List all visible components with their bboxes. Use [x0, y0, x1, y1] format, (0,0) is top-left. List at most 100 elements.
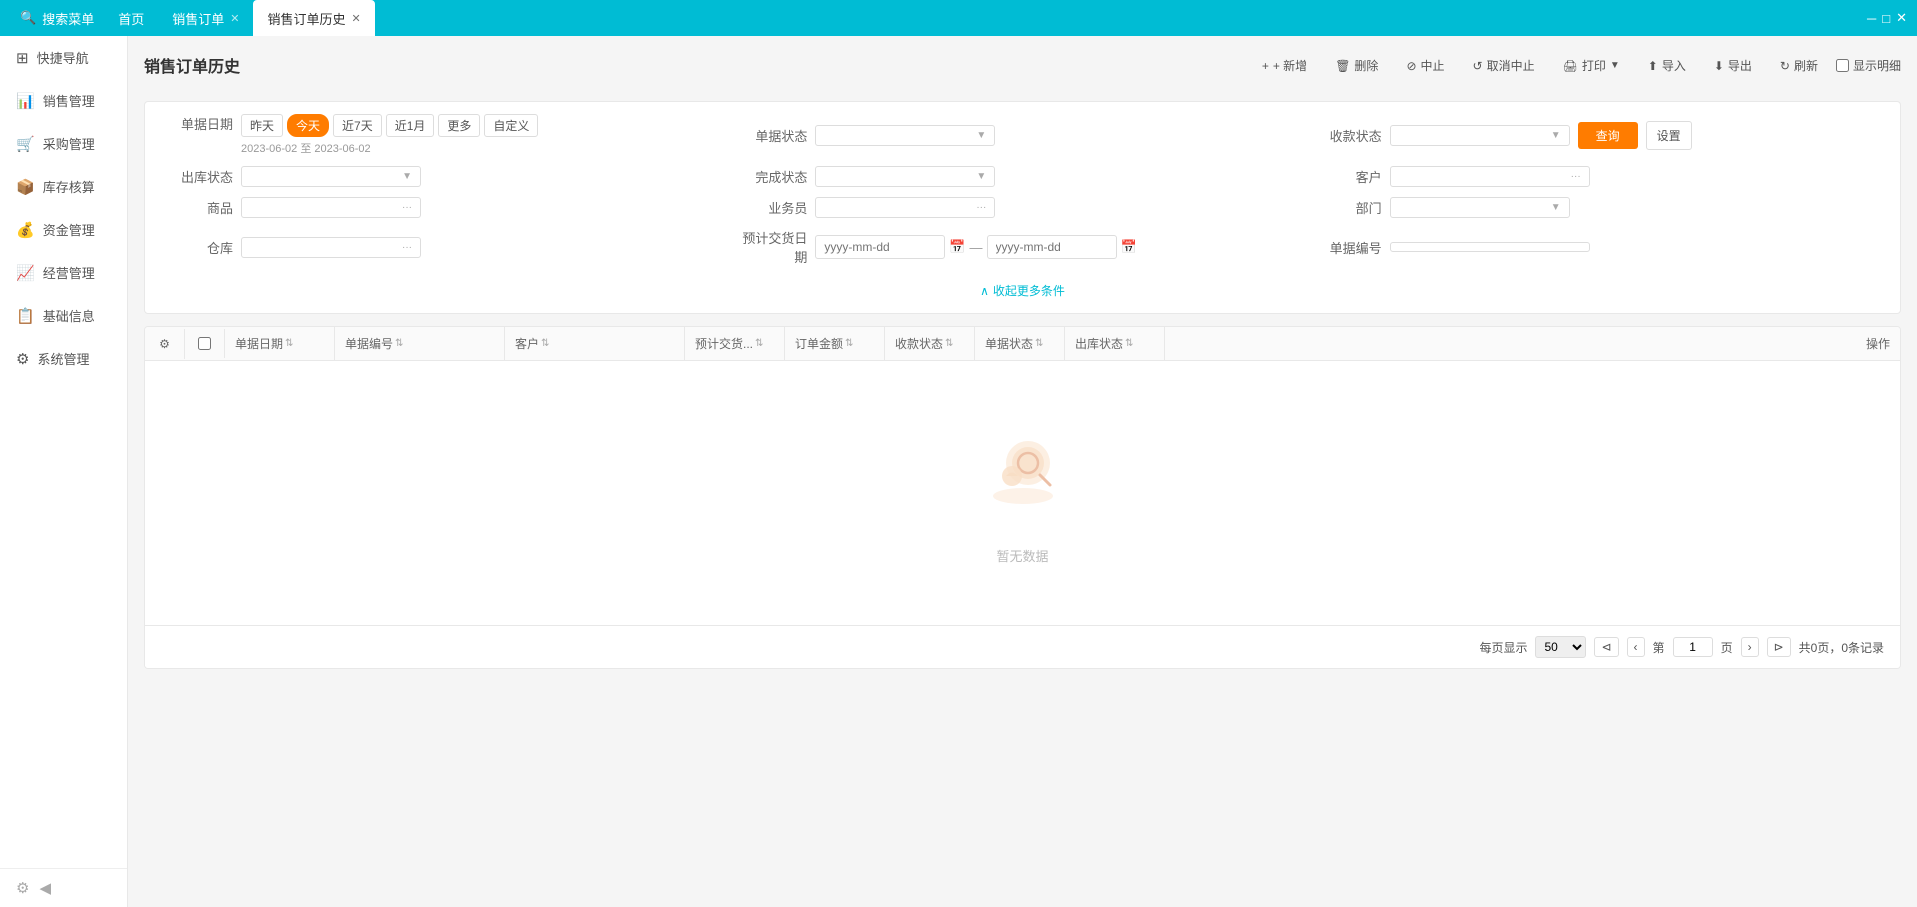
date-btn-custom[interactable]: 自定义: [484, 114, 538, 137]
date-btn-yesterday[interactable]: 昨天: [241, 114, 283, 137]
th-bill-status[interactable]: 单据状态 ⇅: [975, 327, 1065, 360]
per-page-select[interactable]: 50 20 100: [1535, 636, 1586, 658]
new-button[interactable]: + + 新增: [1252, 52, 1317, 79]
maximize-button[interactable]: □: [1882, 11, 1890, 26]
sidebar-settings-icon[interactable]: ⚙: [16, 879, 29, 897]
th-customer[interactable]: 客户 ⇅: [505, 327, 685, 360]
goods-select[interactable]: ···: [241, 197, 421, 218]
import-button[interactable]: ⬆ 导入: [1638, 52, 1696, 79]
goods-dots-icon: ···: [402, 202, 412, 213]
calendar-end-icon[interactable]: 📅: [1121, 239, 1137, 255]
calendar-start-icon[interactable]: 📅: [949, 239, 965, 255]
cancel-stop-button[interactable]: ↺ 取消中止: [1463, 52, 1545, 79]
sidebar-item-quick-nav[interactable]: ⊞ 快捷导航: [0, 36, 127, 79]
main-layout: ⊞ 快捷导航 📊 销售管理 🛒 采购管理 📦 库存核算 💰 资金管理 📈 经营管…: [0, 36, 1917, 907]
window-controls: ─ □ ✕: [1867, 10, 1907, 26]
sidebar-item-inventory[interactable]: 📦 库存核算: [0, 165, 127, 208]
tab-home-label: 首页: [118, 9, 144, 28]
empty-state-icon: [978, 421, 1068, 530]
last-page-button[interactable]: ⊳: [1767, 637, 1791, 657]
next-page-button[interactable]: ›: [1741, 637, 1759, 657]
empty-text: 暂无数据: [996, 546, 1048, 565]
th-outbound-status[interactable]: 出库状态 ⇅: [1065, 327, 1165, 360]
delivery-date-end-input[interactable]: [987, 235, 1117, 259]
complete-status-select[interactable]: ▼: [815, 166, 995, 187]
basic-info-icon: 📋: [16, 307, 35, 325]
page-number-input[interactable]: [1673, 637, 1713, 657]
tab-sales-history[interactable]: 销售订单历史 ✕: [253, 0, 374, 36]
tab-sales-order[interactable]: 销售订单 ✕: [158, 0, 253, 36]
close-button[interactable]: ✕: [1896, 10, 1907, 26]
department-arrow-icon: ▼: [1551, 202, 1561, 213]
th-customer-sort-icon: ⇅: [541, 338, 549, 349]
th-settings[interactable]: ⚙: [145, 329, 185, 359]
search-button[interactable]: 查询: [1578, 122, 1638, 149]
system-icon: ⚙: [16, 350, 29, 368]
bill-status-select[interactable]: ▼: [815, 125, 995, 146]
tab-home[interactable]: 首页: [104, 0, 158, 36]
delete-button[interactable]: 🗑 删除: [1325, 52, 1388, 79]
outbound-status-select[interactable]: ▼: [241, 166, 421, 187]
toolbar: + + 新增 🗑 删除 ⊘ 中止 ↺ 取消中止 🖨 打印: [1252, 52, 1901, 79]
export-label: 导出: [1728, 57, 1752, 74]
delivery-date-start-input[interactable]: [815, 235, 945, 259]
date-btn-1month[interactable]: 近1月: [386, 114, 435, 137]
settings-button[interactable]: 设置: [1646, 121, 1692, 150]
th-amount-sort-icon: ⇅: [845, 338, 853, 349]
refresh-button[interactable]: ↻ 刷新: [1770, 52, 1828, 79]
th-delivery[interactable]: 预计交货... ⇅: [685, 327, 785, 360]
tab-sales-history-close[interactable]: ✕: [351, 12, 360, 25]
top-bar: 🔍 搜索菜单 首页 销售订单 ✕ 销售订单历史 ✕ ─ □ ✕: [0, 0, 1917, 36]
sidebar-item-operations[interactable]: 📈 经营管理: [0, 251, 127, 294]
sidebar-collapse-icon[interactable]: ◀: [39, 879, 51, 897]
th-bill-number[interactable]: 单据编号 ⇅: [335, 327, 505, 360]
customer-select[interactable]: ···: [1390, 166, 1590, 187]
delete-icon: 🗑: [1335, 59, 1350, 73]
th-receipt-status[interactable]: 收款状态 ⇅: [885, 327, 975, 360]
tab-sales-order-close[interactable]: ✕: [230, 12, 239, 25]
page-label: 第: [1653, 639, 1665, 656]
new-label: + 新增: [1273, 57, 1307, 74]
warehouse-label: 仓库: [161, 238, 241, 257]
department-select[interactable]: ▼: [1390, 197, 1570, 218]
th-checkbox[interactable]: [185, 329, 225, 358]
delete-label: 删除: [1354, 57, 1378, 74]
sidebar-label-purchase: 采购管理: [43, 134, 95, 153]
salesperson-select[interactable]: ···: [815, 197, 995, 218]
bill-number-input[interactable]: [1390, 242, 1590, 252]
export-button[interactable]: ⬇ 导出: [1704, 52, 1762, 79]
salesperson-dots-icon: ···: [976, 202, 986, 213]
sidebar-item-system[interactable]: ⚙ 系统管理: [0, 337, 127, 380]
th-amount[interactable]: 订单金额 ⇅: [785, 327, 885, 360]
th-bill-status-label: 单据状态: [985, 335, 1033, 352]
date-btn-today[interactable]: 今天: [287, 114, 329, 137]
minimize-button[interactable]: ─: [1867, 11, 1876, 26]
page-title: 销售订单历史: [144, 53, 240, 77]
th-date[interactable]: 单据日期 ⇅: [225, 327, 335, 360]
warehouse-select[interactable]: ···: [241, 237, 421, 258]
tab-sales-order-label: 销售订单: [172, 9, 224, 28]
stop-button[interactable]: ⊘ 中止: [1396, 52, 1454, 79]
display-detail-checkbox[interactable]: [1836, 59, 1849, 72]
sidebar-item-purchase[interactable]: 🛒 采购管理: [0, 122, 127, 165]
print-dropdown-icon: ▼: [1610, 60, 1620, 71]
cancel-stop-label: 取消中止: [1487, 57, 1535, 74]
print-button[interactable]: 🖨 打印 ▼: [1553, 52, 1630, 79]
sidebar-item-finance[interactable]: 💰 资金管理: [0, 208, 127, 251]
receipt-status-select[interactable]: ▼: [1390, 125, 1570, 146]
main-content: 销售订单历史 + + 新增 🗑 删除 ⊘ 中止 ↺ 取消中止: [128, 36, 1917, 907]
date-btn-more[interactable]: 更多: [438, 114, 480, 137]
sidebar-label-system: 系统管理: [37, 349, 89, 368]
prev-page-button[interactable]: ‹: [1627, 637, 1645, 657]
date-range-display: 2023-06-02 至 2023-06-02: [241, 140, 538, 156]
sidebar-item-sales[interactable]: 📊 销售管理: [0, 79, 127, 122]
th-amount-label: 订单金额: [795, 335, 843, 352]
collapse-bar[interactable]: ∧ 收起更多条件: [161, 276, 1884, 301]
select-all-checkbox[interactable]: [198, 337, 211, 350]
search-menu[interactable]: 🔍 搜索菜单: [10, 9, 104, 28]
date-btn-7days[interactable]: 近7天: [333, 114, 382, 137]
sidebar-item-basic-info[interactable]: 📋 基础信息: [0, 294, 127, 337]
th-bill-status-sort-icon: ⇅: [1035, 338, 1043, 349]
first-page-button[interactable]: ⊲: [1594, 637, 1618, 657]
th-delivery-sort-icon: ⇅: [755, 338, 763, 349]
